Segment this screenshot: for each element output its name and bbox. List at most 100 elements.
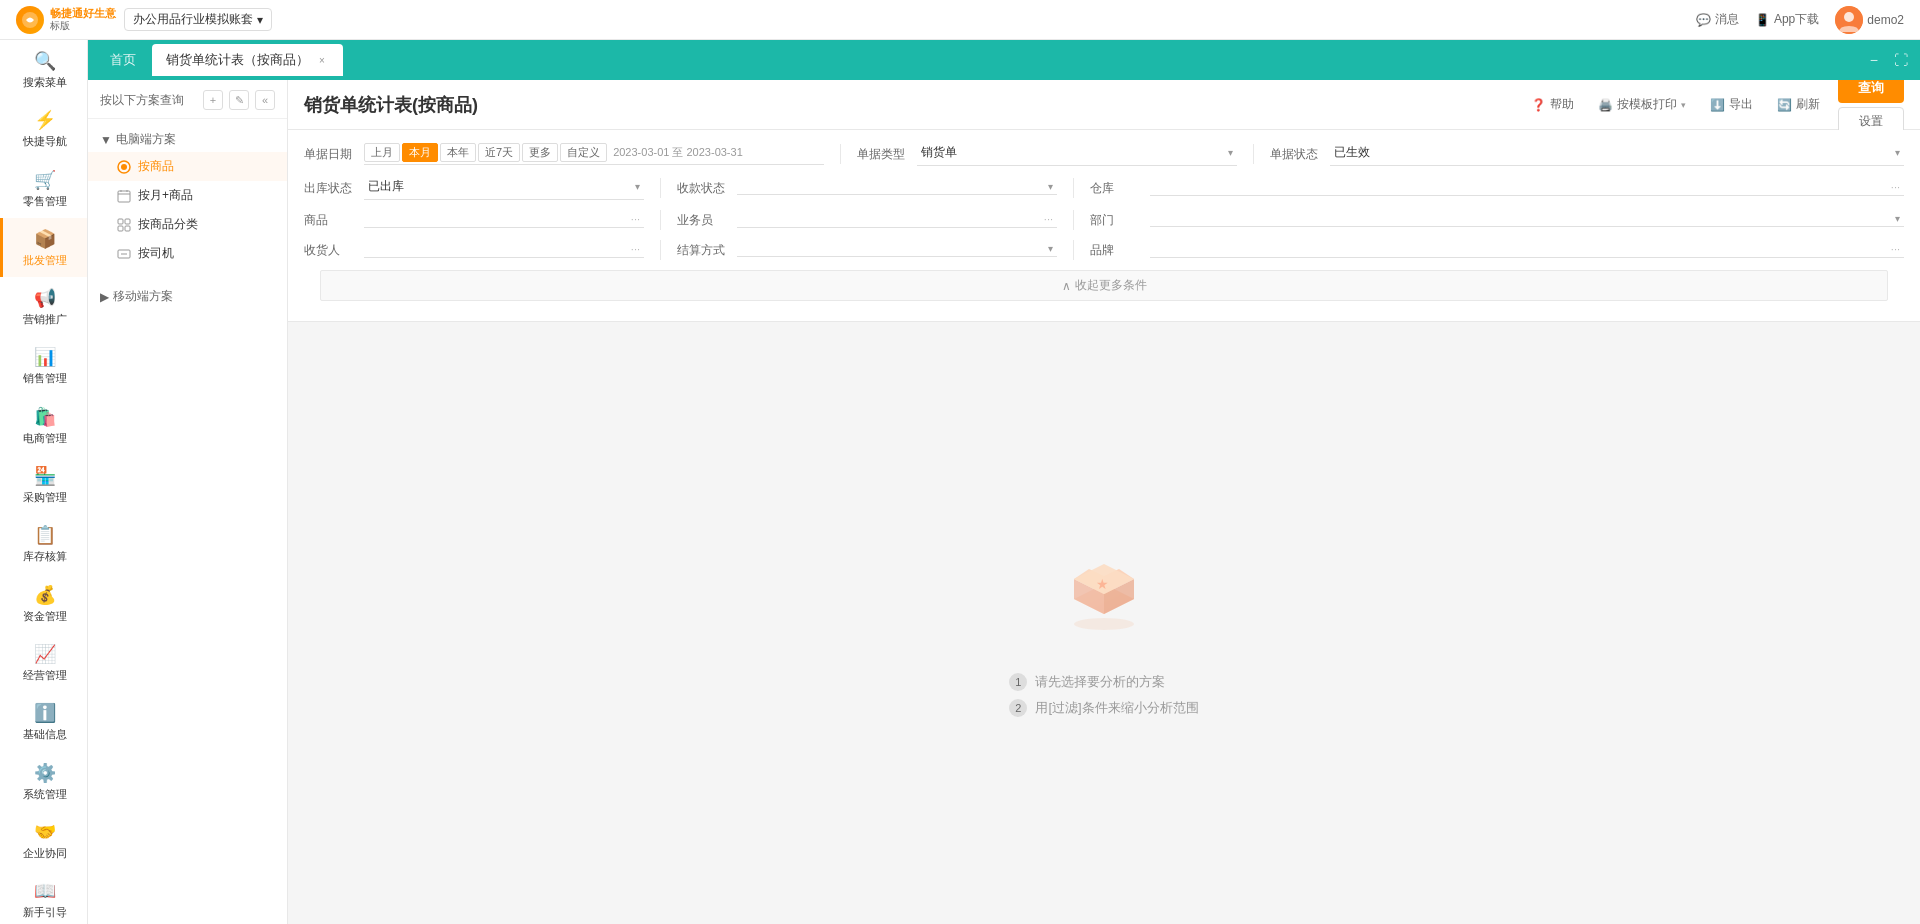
date-curr-btn[interactable]: 本月 (402, 143, 438, 162)
tab-close-btn[interactable]: × (315, 53, 329, 67)
payment-status-control[interactable]: ▾ (737, 181, 1057, 195)
out-status-dropdown-icon[interactable]: ▾ (631, 181, 644, 192)
department-control[interactable]: ▾ (1150, 213, 1904, 227)
desktop-expand-icon: ▼ (100, 133, 112, 147)
warehouse-more-icon[interactable]: ··· (1887, 181, 1904, 193)
sidebar-item-ecommerce[interactable]: 🛍️ 电商管理 (0, 396, 87, 455)
help-icon: ❓ (1531, 98, 1546, 112)
date-more-btn[interactable]: 更多 (522, 143, 558, 162)
filter-add-btn[interactable]: + (203, 90, 223, 110)
warehouse-control[interactable]: ··· (1150, 181, 1904, 196)
filter-item-by-month-product[interactable]: 按月+商品 (88, 181, 287, 210)
date-prev-btn[interactable]: 上月 (364, 143, 400, 162)
out-status-control[interactable]: 已出库 ▾ (364, 176, 644, 200)
header-left: 畅捷通好生意 标版 办公用品行业模拟账套 ▾ (16, 6, 272, 34)
filter-item-by-cashier[interactable]: 按司机 (88, 239, 287, 268)
tab-maximize-btn[interactable]: ⛶ (1890, 50, 1912, 70)
wholesale-icon: 📦 (34, 228, 56, 250)
filter-edit-btn[interactable]: ✎ (229, 90, 249, 110)
sidebar-item-wholesale[interactable]: 📦 批发管理 (0, 218, 87, 277)
filter-panel: 按以下方案查询 + ✎ « ▼ 电脑端方案 (88, 80, 288, 924)
sidebar-item-search-menu[interactable]: 🔍 搜索菜单 (0, 40, 87, 99)
sidebar-item-basic[interactable]: ℹ️ 基础信息 (0, 692, 87, 751)
receiver-field: 收货人 ··· (304, 242, 644, 259)
header-right: 💬 消息 📱 App下载 demo2 (1696, 6, 1904, 34)
logo-line1: 畅捷通好生意 (50, 7, 116, 20)
print-btn[interactable]: 🖨️ 按模板打印 ▾ (1592, 92, 1692, 117)
doc-type-value: 销货单 (917, 142, 1224, 163)
svg-rect-5 (118, 191, 130, 202)
ecommerce-icon: 🛍️ (34, 406, 56, 428)
filter-section-mobile: ▶ 移动端方案 (88, 276, 287, 317)
salesperson-control[interactable]: ··· (737, 213, 1057, 228)
tab-active[interactable]: 销货单统计表（按商品） × (152, 44, 343, 76)
sidebar-item-quick-nav[interactable]: ⚡ 快捷导航 (0, 99, 87, 158)
sidebar-item-purchase[interactable]: 🏪 采购管理 (0, 455, 87, 514)
filter-panel-actions: + ✎ « (203, 90, 275, 110)
product-label: 商品 (304, 212, 364, 229)
salesperson-label: 业务员 (677, 212, 737, 229)
workspace-dropdown-icon: ▾ (257, 13, 263, 27)
filter-item-by-product[interactable]: 按商品 (88, 152, 287, 181)
sidebar-item-finance[interactable]: 💰 资金管理 (0, 574, 87, 633)
product-control[interactable]: ··· (364, 213, 644, 228)
message-action[interactable]: 💬 消息 (1696, 11, 1739, 28)
svg-rect-10 (125, 219, 130, 224)
filter-collapse-btn[interactable]: « (255, 90, 275, 110)
query-button[interactable]: 查询 (1838, 80, 1904, 103)
payment-status-dropdown-icon[interactable]: ▾ (1044, 181, 1057, 192)
department-field: 部门 ▾ (1090, 212, 1904, 229)
filter-conditions: 单据日期 上月 本月 本年 近7天 更多 自定义 20 (288, 130, 1920, 322)
tab-minimize-btn[interactable]: − (1866, 50, 1882, 70)
sidebar-item-system[interactable]: ⚙️ 系统管理 (0, 752, 87, 811)
receiver-control[interactable]: ··· (364, 243, 644, 258)
system-icon: ⚙️ (34, 762, 56, 784)
salesperson-more-icon[interactable]: ··· (1040, 213, 1057, 225)
doc-status-control[interactable]: 已生效 ▾ (1330, 142, 1904, 166)
sidebar-item-sales[interactable]: 📊 销售管理 (0, 336, 87, 395)
sidebar-item-retail[interactable]: 🛒 零售管理 (0, 159, 87, 218)
sidebar-item-operations[interactable]: 📈 经营管理 (0, 633, 87, 692)
salesperson-value (737, 217, 1040, 221)
download-action[interactable]: 📱 App下载 (1755, 11, 1819, 28)
brand-more-icon[interactable]: ··· (1887, 243, 1904, 255)
empty-tips: 1 请先选择要分析的方案 2 用[过滤]条件来缩小分析范围 (1009, 673, 1198, 717)
date-year-btn[interactable]: 本年 (440, 143, 476, 162)
by-product-icon (116, 159, 132, 175)
filter-item-by-category[interactable]: 按商品分类 (88, 210, 287, 239)
sidebar-item-enterprise-coop[interactable]: 🤝 企业协同 (0, 811, 87, 870)
doc-type-dropdown-icon[interactable]: ▾ (1224, 147, 1237, 158)
filter-category-desktop[interactable]: ▼ 电脑端方案 (88, 127, 287, 152)
receiver-more-icon[interactable]: ··· (627, 243, 644, 255)
filter-category-mobile[interactable]: ▶ 移动端方案 (88, 284, 287, 309)
sidebar-item-inventory[interactable]: 📋 库存核算 (0, 514, 87, 573)
content-area: 首页 销货单统计表（按商品） × − ⛶ 按以下方案查询 + ✎ (88, 40, 1920, 924)
user-action[interactable]: demo2 (1835, 6, 1904, 34)
brand-control[interactable]: ··· (1150, 243, 1904, 258)
department-dropdown-icon[interactable]: ▾ (1891, 213, 1904, 224)
sidebar-item-marketing[interactable]: 📢 营销推广 (0, 277, 87, 336)
query-actions: 查询 设置 (1838, 80, 1904, 136)
divider-6 (1073, 210, 1074, 230)
date-custom-btn[interactable]: 自定义 (560, 143, 607, 162)
collapse-conditions-btn[interactable]: ∧ 收起更多条件 (320, 270, 1888, 301)
refresh-btn[interactable]: 🔄 刷新 (1771, 92, 1826, 117)
settlement-dropdown-icon[interactable]: ▾ (1044, 243, 1057, 254)
settlement-control[interactable]: ▾ (737, 243, 1057, 257)
divider-7 (660, 240, 661, 260)
tab-bar: 首页 销货单统计表（按商品） × − ⛶ (88, 40, 1920, 80)
date-label: 单据日期 (304, 146, 364, 163)
sidebar-item-guide[interactable]: 📖 新手引导 (0, 870, 87, 924)
tab-home[interactable]: 首页 (96, 44, 150, 76)
workspace-selector[interactable]: 办公用品行业模拟账套 ▾ (124, 8, 272, 31)
export-btn[interactable]: ⬇️ 导出 (1704, 92, 1759, 117)
product-more-icon[interactable]: ··· (627, 213, 644, 225)
doc-status-dropdown-icon[interactable]: ▾ (1891, 147, 1904, 158)
help-btn[interactable]: ❓ 帮助 (1525, 92, 1580, 117)
date-7days-btn[interactable]: 近7天 (478, 143, 520, 162)
logo-area: 畅捷通好生意 标版 (16, 6, 116, 34)
doc-type-control[interactable]: 销货单 ▾ (917, 142, 1237, 166)
operations-icon: 📈 (34, 643, 56, 665)
main-layout: 🔍 搜索菜单 ⚡ 快捷导航 🛒 零售管理 📦 批发管理 📢 营销推广 📊 销售管… (0, 40, 1920, 924)
brand-field: 品牌 ··· (1090, 242, 1904, 259)
